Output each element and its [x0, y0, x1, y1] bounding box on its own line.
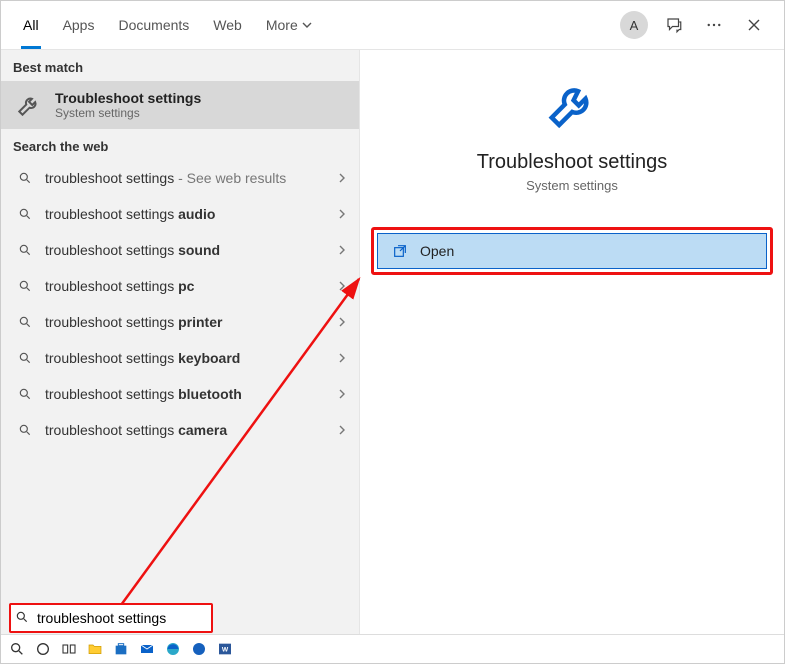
taskbar: W — [1, 634, 784, 663]
taskbar-explorer[interactable] — [83, 637, 107, 661]
taskbar-app-blue[interactable] — [187, 637, 211, 661]
web-result-label: troubleshoot settings audio — [45, 206, 337, 222]
best-match-item[interactable]: Troubleshoot settings System settings — [1, 81, 359, 129]
results-body: Best match Troubleshoot settings System … — [1, 50, 784, 663]
close-button[interactable] — [734, 5, 774, 45]
chevron-right-icon — [337, 314, 347, 330]
web-result-item[interactable]: troubleshoot settings printer — [1, 304, 359, 340]
web-result-item[interactable]: troubleshoot settings bluetooth — [1, 376, 359, 412]
web-result-item[interactable]: troubleshoot settings camera — [1, 412, 359, 448]
chevron-right-icon — [337, 422, 347, 438]
web-result-label: troubleshoot settings bluetooth — [45, 386, 337, 402]
web-result-label: troubleshoot settings keyboard — [45, 350, 337, 366]
section-best-match: Best match — [1, 50, 359, 81]
search-icon — [13, 423, 37, 437]
close-icon — [747, 18, 761, 32]
word-icon: W — [217, 641, 233, 657]
tab-more[interactable]: More — [254, 1, 324, 49]
taskbar-taskview[interactable] — [57, 637, 81, 661]
chevron-right-icon — [337, 350, 347, 366]
taskbar-cortana[interactable] — [31, 637, 55, 661]
search-box-highlight — [9, 603, 213, 633]
user-avatar[interactable]: A — [620, 11, 648, 39]
mail-icon — [139, 641, 155, 657]
taskbar-search[interactable] — [5, 637, 29, 661]
taskbar-word[interactable]: W — [213, 637, 237, 661]
chevron-right-icon — [337, 386, 347, 402]
filter-tabbar: All Apps Documents Web More A — [1, 1, 784, 50]
search-icon — [13, 279, 37, 293]
search-icon — [13, 387, 37, 401]
feedback-icon — [665, 16, 683, 34]
web-results-list: troubleshoot settings - See web results t… — [1, 160, 359, 448]
chevron-right-icon — [337, 278, 347, 294]
detail-title: Troubleshoot settings — [477, 151, 667, 174]
chevron-right-icon — [337, 206, 347, 222]
detail-subtitle: System settings — [526, 178, 618, 193]
best-match-title: Troubleshoot settings — [55, 90, 201, 106]
web-result-label: troubleshoot settings camera — [45, 422, 337, 438]
web-result-label: troubleshoot settings printer — [45, 314, 337, 330]
search-input[interactable] — [35, 609, 220, 627]
search-icon — [13, 243, 37, 257]
search-icon — [13, 171, 37, 185]
web-result-item[interactable]: troubleshoot settings keyboard — [1, 340, 359, 376]
tab-documents[interactable]: Documents — [106, 1, 201, 49]
best-match-subtitle: System settings — [55, 106, 201, 120]
annotation-highlight-open: Open — [371, 227, 773, 275]
tab-web[interactable]: Web — [201, 1, 254, 49]
best-match-text: Troubleshoot settings System settings — [55, 90, 201, 120]
web-result-label: troubleshoot settings sound — [45, 242, 337, 258]
open-icon — [392, 243, 408, 259]
search-icon — [9, 641, 25, 657]
section-search-web: Search the web — [1, 129, 359, 160]
web-result-item[interactable]: troubleshoot settings pc — [1, 268, 359, 304]
wrench-icon — [13, 89, 45, 121]
ellipsis-icon — [705, 16, 723, 34]
app-icon — [191, 641, 207, 657]
tab-more-label: More — [266, 17, 298, 33]
search-icon — [13, 315, 37, 329]
search-icon — [15, 610, 29, 627]
web-result-label: troubleshoot settings - See web results — [45, 170, 337, 186]
tab-apps[interactable]: Apps — [51, 1, 107, 49]
open-button[interactable]: Open — [377, 233, 767, 269]
store-icon — [113, 641, 129, 657]
search-window: All Apps Documents Web More A Best match — [0, 0, 785, 664]
chevron-down-icon — [302, 20, 312, 30]
svg-text:W: W — [222, 647, 229, 654]
search-icon — [13, 207, 37, 221]
chevron-right-icon — [337, 242, 347, 258]
web-result-item[interactable]: troubleshoot settings sound — [1, 232, 359, 268]
wrench-icon-large — [545, 80, 599, 137]
web-result-item[interactable]: troubleshoot settings audio — [1, 196, 359, 232]
cortana-icon — [35, 641, 51, 657]
chevron-right-icon — [337, 170, 347, 186]
detail-pane: Troubleshoot settings System settings Op… — [360, 50, 784, 663]
taskbar-mail[interactable] — [135, 637, 159, 661]
tab-all[interactable]: All — [11, 1, 51, 49]
web-result-item[interactable]: troubleshoot settings - See web results — [1, 160, 359, 196]
taskbar-edge[interactable] — [161, 637, 185, 661]
web-result-label: troubleshoot settings pc — [45, 278, 337, 294]
taskview-icon — [61, 641, 77, 657]
feedback-button[interactable] — [654, 5, 694, 45]
more-options-button[interactable] — [694, 5, 734, 45]
open-button-label: Open — [420, 243, 454, 259]
taskbar-store[interactable] — [109, 637, 133, 661]
folder-icon — [87, 641, 103, 657]
edge-icon — [165, 641, 181, 657]
results-list: Best match Troubleshoot settings System … — [1, 50, 360, 663]
search-icon — [13, 351, 37, 365]
